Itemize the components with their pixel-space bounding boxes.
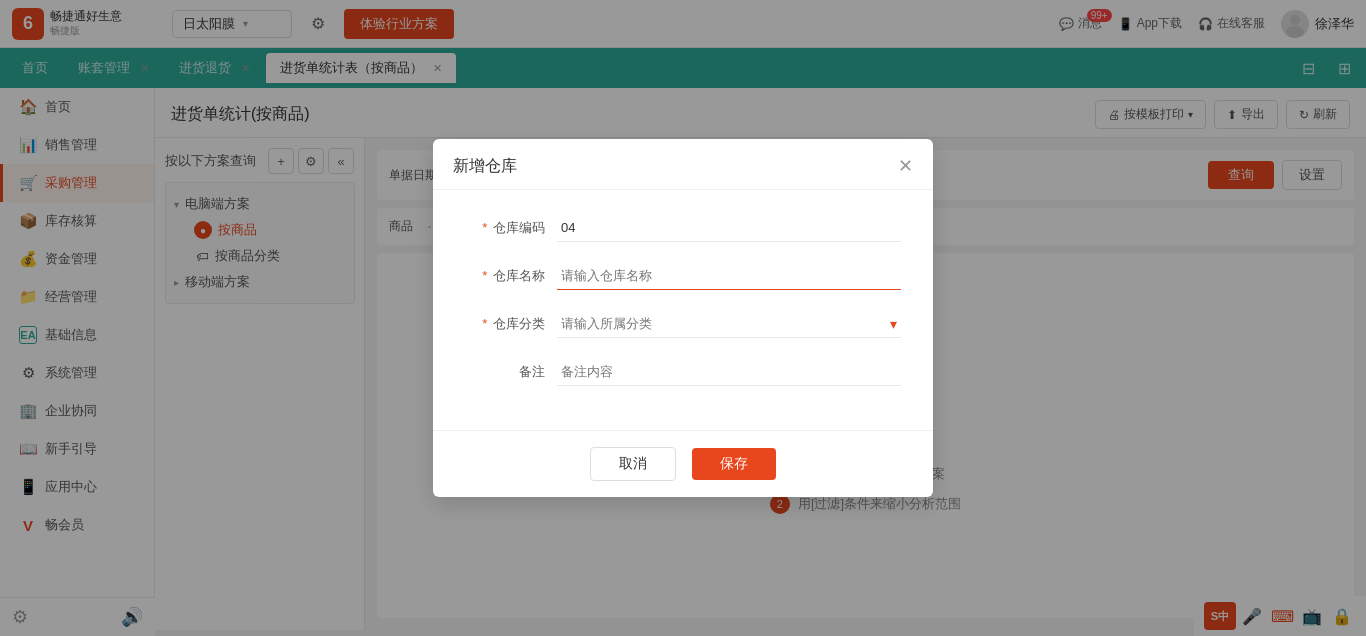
form-row-code: * 仓库编码: [465, 214, 901, 242]
modal-close-button[interactable]: ✕: [898, 155, 913, 177]
modal-body: * 仓库编码 * 仓库名称 * 仓库分类: [433, 190, 933, 430]
modal-header: 新增仓库 ✕: [433, 139, 933, 190]
required-mark-category: *: [482, 316, 487, 331]
form-row-category: * 仓库分类 ▾: [465, 310, 901, 338]
warehouse-category-input[interactable]: [557, 310, 901, 338]
modal-overlay: 新增仓库 ✕ * 仓库编码 * 仓库名称: [0, 0, 1366, 636]
category-label: * 仓库分类: [465, 315, 545, 333]
required-mark-name: *: [482, 268, 487, 283]
category-dropdown-icon[interactable]: ▾: [890, 316, 897, 332]
remark-label: 备注: [465, 363, 545, 381]
code-label: * 仓库编码: [465, 219, 545, 237]
form-row-remark: 备注: [465, 358, 901, 386]
remark-input[interactable]: [557, 358, 901, 386]
warehouse-code-input[interactable]: [557, 214, 901, 242]
modal-footer: 取消 保存: [433, 430, 933, 497]
required-mark-code: *: [482, 220, 487, 235]
warehouse-name-input[interactable]: [557, 262, 901, 290]
cancel-button[interactable]: 取消: [590, 447, 676, 481]
modal-title: 新增仓库: [453, 156, 517, 177]
modal-new-warehouse: 新增仓库 ✕ * 仓库编码 * 仓库名称: [433, 139, 933, 497]
category-select-row: ▾: [557, 310, 901, 338]
form-row-name: * 仓库名称: [465, 262, 901, 290]
save-button[interactable]: 保存: [692, 448, 776, 480]
name-label: * 仓库名称: [465, 267, 545, 285]
